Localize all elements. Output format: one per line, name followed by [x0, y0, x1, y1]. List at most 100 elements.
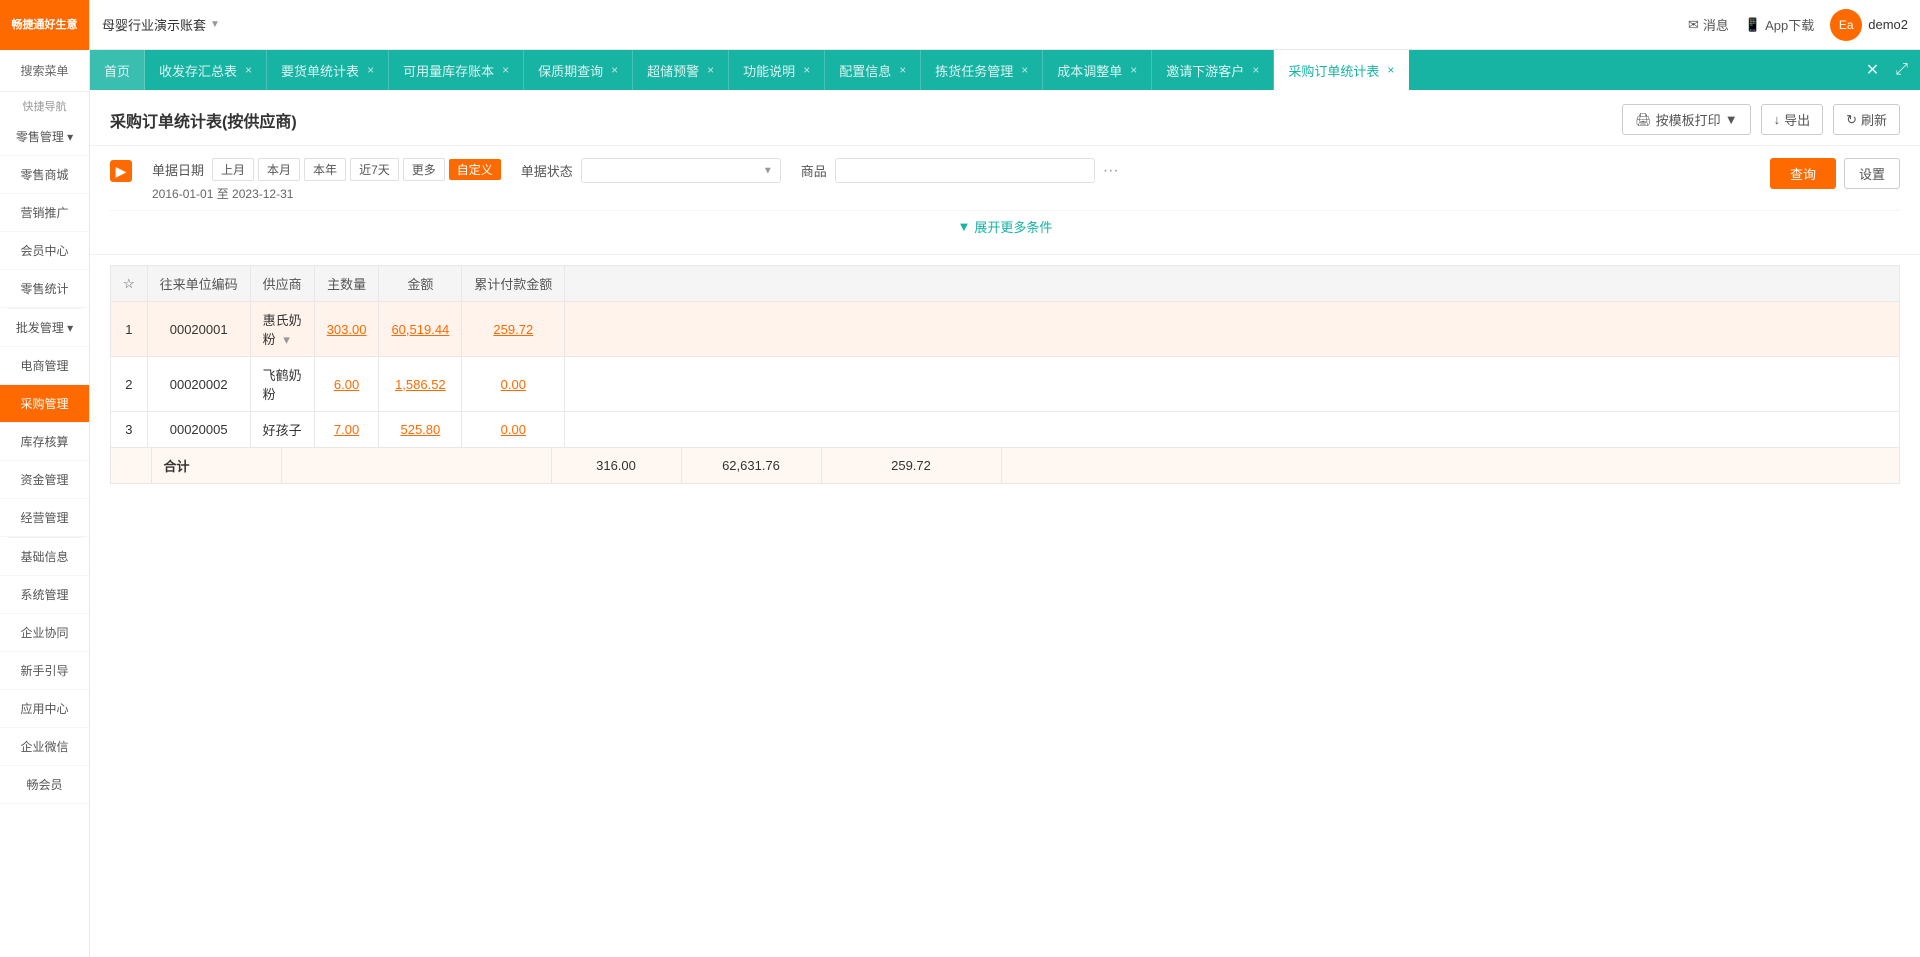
expand-more-button[interactable]: ▼ 展开更多条件 — [958, 217, 1053, 236]
settings-button[interactable]: 设置 — [1844, 158, 1900, 189]
tab-overstock-alert[interactable]: 超储预警 × — [633, 50, 729, 90]
org-selector[interactable]: 母婴行业演示账套 ▼ — [102, 15, 220, 34]
date-custom-tag[interactable]: 自定义 — [449, 159, 501, 180]
tab-pick-task-close[interactable]: × — [1021, 63, 1028, 77]
tab-home[interactable]: 首页 — [90, 50, 145, 90]
print-arrow-icon: ▼ — [1725, 112, 1738, 127]
tab-available-inventory-close[interactable]: × — [502, 63, 509, 77]
tab-invite-downstream-close[interactable]: × — [1252, 63, 1259, 77]
tab-overstock-alert-close[interactable]: × — [707, 63, 714, 77]
tab-order-stats[interactable]: 要货单统计表 × — [267, 50, 389, 90]
footer-empty-1 — [111, 448, 151, 483]
tab-config-info-close[interactable]: × — [899, 63, 906, 77]
sidebar-item-inventory[interactable]: 库存核算 — [0, 423, 89, 461]
tab-cost-adjust[interactable]: 成本调整单 × — [1043, 50, 1152, 90]
expand-more-row: ▼ 展开更多条件 — [110, 210, 1900, 242]
tab-func-desc[interactable]: 功能说明 × — [729, 50, 825, 90]
tab-cost-adjust-close[interactable]: × — [1130, 63, 1137, 77]
expand-more-label: 展开更多条件 — [974, 217, 1052, 236]
tab-pick-task[interactable]: 拣货任务管理 × — [921, 50, 1043, 90]
print-button[interactable]: 🖨 按模板打印 ▼ — [1622, 104, 1750, 135]
sidebar-item-purchase-mgmt[interactable]: 采购管理 — [0, 385, 89, 423]
cell-no: 2 — [111, 357, 148, 412]
query-action-buttons: 查询 设置 — [1770, 158, 1900, 189]
tab-config-info-label: 配置信息 — [839, 61, 891, 80]
filter-toggle-button[interactable]: ▶ — [110, 160, 132, 182]
expand-supplier-icon[interactable]: ▾ — [283, 332, 290, 347]
date-shortcut-more[interactable]: 更多 — [403, 158, 445, 181]
tab-purchase-order-stats-close[interactable]: × — [1387, 63, 1394, 77]
tab-recv-send[interactable]: 收发存汇总表 × — [145, 50, 267, 90]
sidebar-item-retail-stats[interactable]: 零售统计 — [0, 270, 89, 308]
cell-paid: 0.00 — [462, 412, 565, 448]
tab-invite-downstream-label: 邀请下游客户 — [1166, 61, 1244, 80]
tab-available-inventory[interactable]: 可用量库存账本 × — [389, 50, 524, 90]
filter-area: ▶ 单据日期 上月 本月 本年 近7天 更多 自定义 — [90, 146, 1920, 255]
app-icon: 📱 — [1745, 17, 1761, 33]
page-content: 采购订单统计表(按供应商) 🖨 按模板打印 ▼ ↓ 导出 ↻ 刷新 — [90, 90, 1920, 957]
tab-invite-downstream[interactable]: 邀请下游客户 × — [1152, 50, 1274, 90]
sidebar-item-sys-mgmt[interactable]: 系统管理 — [0, 576, 89, 614]
org-name: 母婴行业演示账套 — [102, 15, 206, 34]
export-button[interactable]: ↓ 导出 — [1761, 104, 1824, 135]
sidebar-item-wholesale-mgmt[interactable]: 批发管理 ▾ — [0, 309, 89, 347]
tab-close-all-button[interactable]: ✕ — [1862, 56, 1883, 84]
cell-code: 00020005 — [147, 412, 250, 448]
tab-func-desc-close[interactable]: × — [803, 63, 810, 77]
message-button[interactable]: ✉ 消息 — [1688, 15, 1729, 34]
footer-row: 合计 316.00 62,631.76 259.72 — [111, 448, 1899, 483]
th-paid: 累计付款金额 — [462, 266, 565, 302]
tab-bar: 首页 收发存汇总表 × 要货单统计表 × 可用量库存账本 × 保质期查询 × 超… — [90, 50, 1920, 90]
sidebar-item-capital-mgmt[interactable]: 资金管理 — [0, 461, 89, 499]
date-shortcut-last-month[interactable]: 上月 — [212, 158, 254, 181]
page-header: 采购订单统计表(按供应商) 🖨 按模板打印 ▼ ↓ 导出 ↻ 刷新 — [90, 90, 1920, 146]
cell-qty: 6.00 — [314, 357, 379, 412]
tab-recv-send-close[interactable]: × — [245, 63, 252, 77]
sidebar-item-basic-info[interactable]: 基础信息 — [0, 538, 89, 576]
refresh-label: 刷新 — [1861, 110, 1887, 129]
tab-config-info[interactable]: 配置信息 × — [825, 50, 921, 90]
tab-purchase-order-stats[interactable]: 采购订单统计表 × — [1274, 50, 1409, 90]
tab-expiry-query-close[interactable]: × — [611, 63, 618, 77]
query-button[interactable]: 查询 — [1770, 158, 1836, 189]
sidebar-item-new-guide[interactable]: 新手引导 — [0, 652, 89, 690]
main-area: 母婴行业演示账套 ▼ ✉ 消息 📱 App下载 Ea demo2 首页 收发存汇… — [90, 0, 1920, 957]
sidebar-item-member[interactable]: 畅会员 — [0, 766, 89, 804]
search-menu-button[interactable]: 搜索菜单 — [6, 58, 83, 83]
expand-down-icon: ▼ — [958, 219, 971, 234]
sidebar-item-enterprise[interactable]: 企业协同 — [0, 614, 89, 652]
sidebar-item-ecom-mgmt[interactable]: 电商管理 — [0, 347, 89, 385]
cell-extra — [565, 302, 1900, 357]
goods-more-icon[interactable]: ··· — [1103, 162, 1119, 180]
sidebar-item-app-center[interactable]: 应用中心 — [0, 690, 89, 728]
cell-paid: 0.00 — [462, 357, 565, 412]
cell-no: 3 — [111, 412, 148, 448]
date-shortcuts: 上月 本月 本年 近7天 更多 自定义 — [212, 158, 501, 181]
status-select[interactable] — [581, 158, 781, 183]
sidebar-item-biz-mgmt[interactable]: 经营管理 — [0, 499, 89, 537]
data-table: ☆ 往来单位编码 供应商 主数量 金额 累计付款金额 1 00020001 — [110, 265, 1900, 448]
sidebar-item-enterprise-wechat[interactable]: 企业微信 — [0, 728, 89, 766]
th-extra — [565, 266, 1900, 302]
table-row: 3 00020005 好孩子 7.00 525.80 0.00 — [111, 412, 1900, 448]
tab-fullscreen-button[interactable]: ⤢ — [1891, 57, 1912, 83]
date-shortcut-7days[interactable]: 近7天 — [350, 158, 399, 181]
tab-order-stats-close[interactable]: × — [367, 63, 374, 77]
date-shortcut-this-year[interactable]: 本年 — [304, 158, 346, 181]
refresh-icon: ↻ — [1846, 112, 1857, 128]
sidebar-item-retail-shop[interactable]: 零售商城 — [0, 156, 89, 194]
app-download-button[interactable]: 📱 App下载 — [1745, 15, 1814, 34]
footer-table: 合计 316.00 62,631.76 259.72 — [111, 448, 1899, 483]
sidebar-item-retail-mgmt[interactable]: 零售管理 ▾ — [0, 118, 89, 156]
refresh-button[interactable]: ↻ 刷新 — [1833, 104, 1900, 135]
sidebar-item-member-center[interactable]: 会员中心 — [0, 232, 89, 270]
page-title: 采购订单统计表(按供应商) — [110, 108, 297, 132]
date-shortcut-this-month[interactable]: 本月 — [258, 158, 300, 181]
tab-expiry-query[interactable]: 保质期查询 × — [524, 50, 633, 90]
footer-qty: 316.00 — [551, 448, 681, 483]
goods-input[interactable] — [835, 158, 1095, 183]
cell-amount: 525.80 — [379, 412, 462, 448]
th-settings: ☆ — [111, 266, 148, 302]
user-menu[interactable]: Ea demo2 — [1830, 9, 1908, 41]
sidebar-item-marketing[interactable]: 营销推广 — [0, 194, 89, 232]
